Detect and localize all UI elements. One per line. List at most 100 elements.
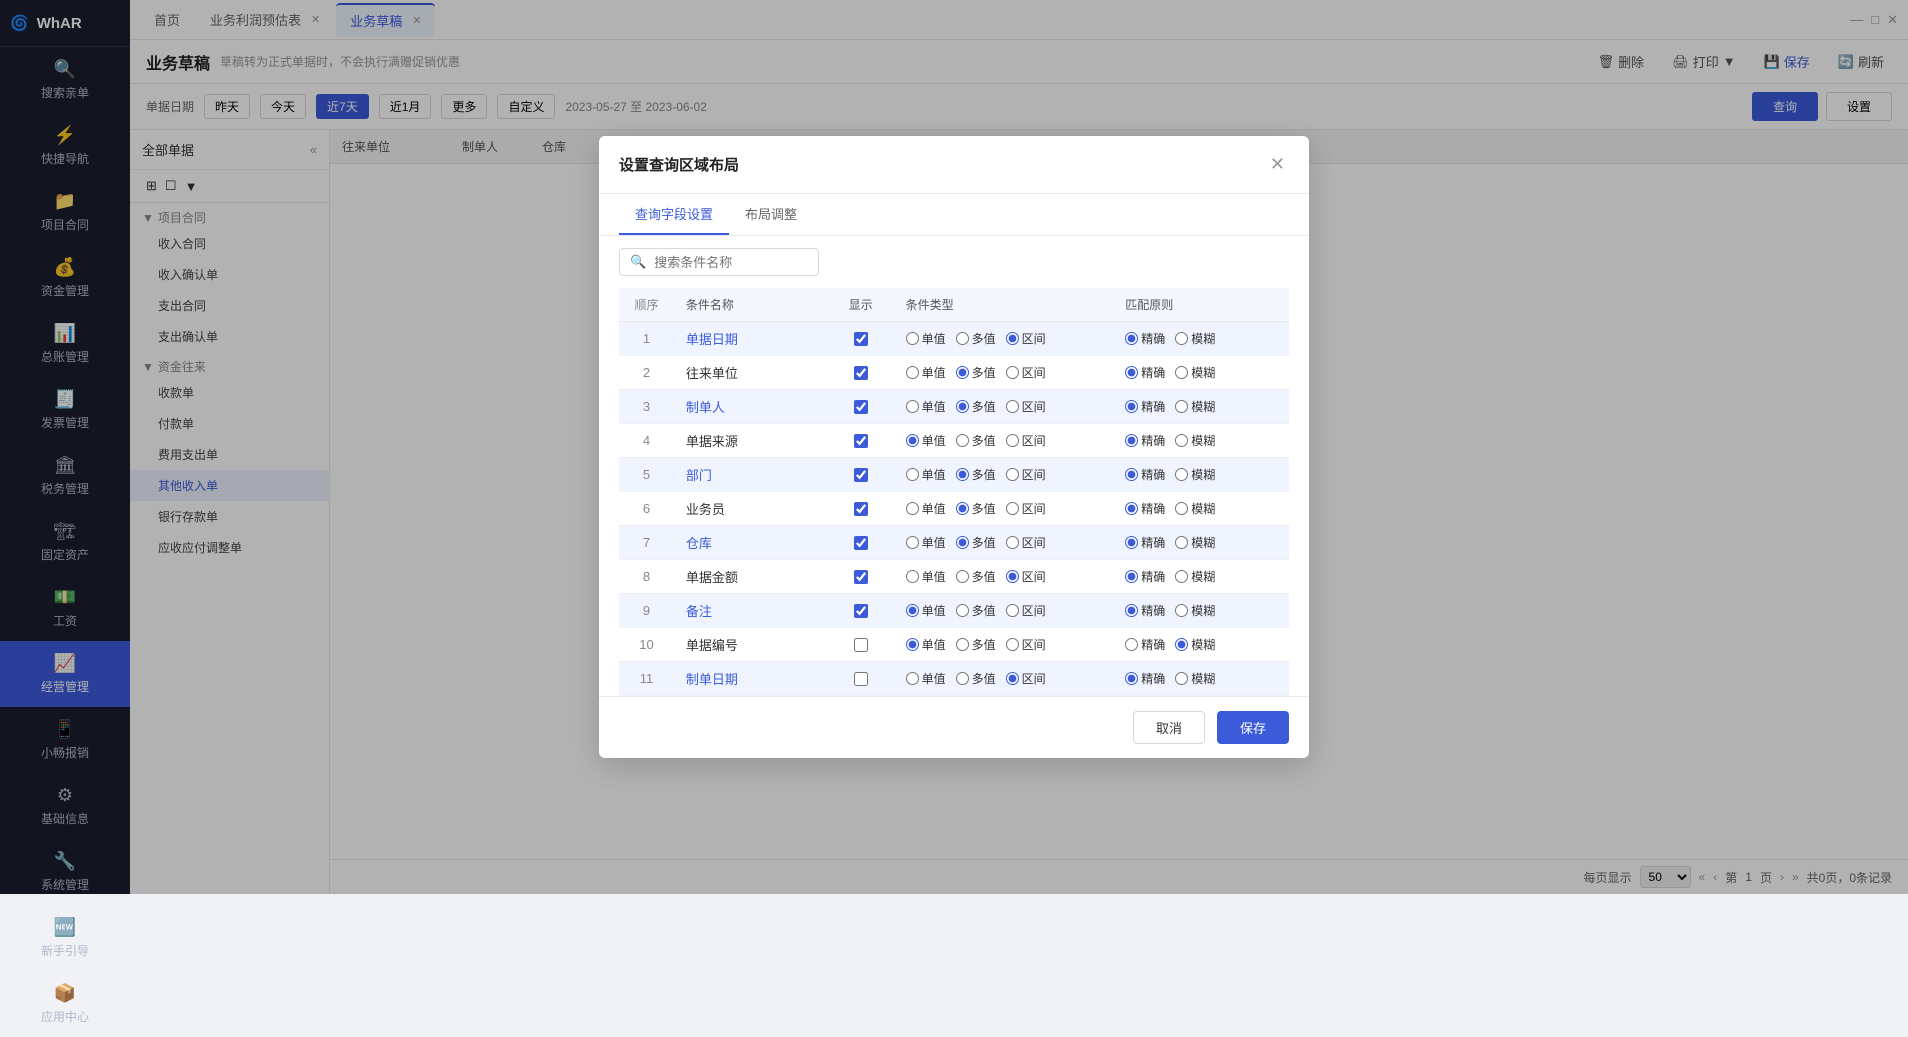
show-checkbox[interactable] — [854, 570, 868, 584]
match-option-模糊[interactable]: 模糊 — [1175, 466, 1215, 483]
show-checkbox[interactable] — [854, 638, 868, 652]
show-checkbox[interactable] — [854, 434, 868, 448]
match-option-精确[interactable]: 精确 — [1125, 330, 1165, 347]
modal-tab-layout[interactable]: 布局调整 — [729, 194, 813, 235]
row-name: 制单人 — [674, 390, 828, 424]
modal-tab-fields[interactable]: 查询字段设置 — [619, 194, 729, 235]
new-guide-icon: 🆕 — [54, 917, 76, 938]
row-show[interactable] — [828, 662, 894, 696]
row-type: 单值多值区间 — [894, 594, 1114, 628]
row-show[interactable] — [828, 526, 894, 560]
type-option-区间[interactable]: 区间 — [1006, 534, 1046, 551]
row-show[interactable] — [828, 594, 894, 628]
match-option-精确[interactable]: 精确 — [1125, 534, 1165, 551]
row-type: 单值多值区间 — [894, 458, 1114, 492]
match-option-模糊[interactable]: 模糊 — [1175, 398, 1215, 415]
match-option-精确[interactable]: 精确 — [1125, 670, 1165, 687]
row-type: 单值多值区间 — [894, 390, 1114, 424]
type-option-区间[interactable]: 区间 — [1006, 398, 1046, 415]
type-option-单值[interactable]: 单值 — [906, 364, 946, 381]
search-input[interactable] — [654, 255, 804, 270]
match-option-模糊[interactable]: 模糊 — [1175, 568, 1215, 585]
modal-close-btn[interactable]: ✕ — [1266, 150, 1289, 179]
row-show[interactable] — [828, 560, 894, 594]
row-show[interactable] — [828, 458, 894, 492]
show-checkbox[interactable] — [854, 332, 868, 346]
row-show[interactable] — [828, 424, 894, 458]
type-option-区间[interactable]: 区间 — [1006, 602, 1046, 619]
row-show[interactable] — [828, 322, 894, 356]
type-option-区间[interactable]: 区间 — [1006, 500, 1046, 517]
show-checkbox[interactable] — [854, 502, 868, 516]
type-option-多值[interactable]: 多值 — [956, 466, 996, 483]
show-checkbox[interactable] — [854, 672, 868, 686]
type-option-区间[interactable]: 区间 — [1006, 364, 1046, 381]
sidebar-item-app-center[interactable]: 📦 应用中心 — [0, 971, 130, 1037]
type-option-单值[interactable]: 单值 — [906, 432, 946, 449]
row-seq: 2 — [619, 356, 674, 390]
match-option-模糊[interactable]: 模糊 — [1175, 500, 1215, 517]
match-option-精确[interactable]: 精确 — [1125, 568, 1165, 585]
type-option-单值[interactable]: 单值 — [906, 398, 946, 415]
match-option-精确[interactable]: 精确 — [1125, 364, 1165, 381]
cancel-button[interactable]: 取消 — [1133, 711, 1205, 744]
type-option-单值[interactable]: 单值 — [906, 500, 946, 517]
match-option-精确[interactable]: 精确 — [1125, 432, 1165, 449]
type-option-单值[interactable]: 单值 — [906, 330, 946, 347]
match-option-模糊[interactable]: 模糊 — [1175, 364, 1215, 381]
type-option-区间[interactable]: 区间 — [1006, 670, 1046, 687]
show-checkbox[interactable] — [854, 468, 868, 482]
show-checkbox[interactable] — [854, 536, 868, 550]
type-option-区间[interactable]: 区间 — [1006, 466, 1046, 483]
sidebar-item-new-guide[interactable]: 🆕 新手引导 — [0, 905, 130, 971]
type-option-区间[interactable]: 区间 — [1006, 432, 1046, 449]
row-match: 精确模糊 — [1113, 628, 1289, 662]
match-option-模糊[interactable]: 模糊 — [1175, 534, 1215, 551]
type-option-多值[interactable]: 多值 — [956, 534, 996, 551]
row-show[interactable] — [828, 390, 894, 424]
row-match: 精确模糊 — [1113, 492, 1289, 526]
match-option-模糊[interactable]: 模糊 — [1175, 602, 1215, 619]
col-seq: 顺序 — [619, 288, 674, 322]
type-option-单值[interactable]: 单值 — [906, 568, 946, 585]
type-option-多值[interactable]: 多值 — [956, 364, 996, 381]
save-button[interactable]: 保存 — [1217, 711, 1289, 744]
show-checkbox[interactable] — [854, 400, 868, 414]
type-option-单值[interactable]: 单值 — [906, 602, 946, 619]
type-option-单值[interactable]: 单值 — [906, 534, 946, 551]
match-option-精确[interactable]: 精确 — [1125, 602, 1165, 619]
type-option-区间[interactable]: 区间 — [1006, 330, 1046, 347]
type-option-多值[interactable]: 多值 — [956, 636, 996, 653]
col-match: 匹配原则 — [1113, 288, 1289, 322]
row-type: 单值多值区间 — [894, 424, 1114, 458]
row-name: 单据金额 — [674, 560, 828, 594]
type-option-多值[interactable]: 多值 — [956, 500, 996, 517]
type-option-多值[interactable]: 多值 — [956, 432, 996, 449]
match-option-模糊[interactable]: 模糊 — [1175, 330, 1215, 347]
row-seq: 1 — [619, 322, 674, 356]
row-show[interactable] — [828, 628, 894, 662]
type-option-单值[interactable]: 单值 — [906, 466, 946, 483]
type-option-多值[interactable]: 多值 — [956, 568, 996, 585]
type-option-多值[interactable]: 多值 — [956, 602, 996, 619]
type-option-单值[interactable]: 单值 — [906, 670, 946, 687]
type-option-多值[interactable]: 多值 — [956, 670, 996, 687]
match-option-精确[interactable]: 精确 — [1125, 636, 1165, 653]
match-option-精确[interactable]: 精确 — [1125, 398, 1165, 415]
type-option-多值[interactable]: 多值 — [956, 330, 996, 347]
row-type: 单值多值区间 — [894, 560, 1114, 594]
show-checkbox[interactable] — [854, 604, 868, 618]
match-option-模糊[interactable]: 模糊 — [1175, 670, 1215, 687]
type-option-多值[interactable]: 多值 — [956, 398, 996, 415]
match-option-精确[interactable]: 精确 — [1125, 466, 1165, 483]
match-option-模糊[interactable]: 模糊 — [1175, 636, 1215, 653]
row-show[interactable] — [828, 356, 894, 390]
type-option-区间[interactable]: 区间 — [1006, 568, 1046, 585]
match-option-模糊[interactable]: 模糊 — [1175, 432, 1215, 449]
show-checkbox[interactable] — [854, 366, 868, 380]
type-option-单值[interactable]: 单值 — [906, 636, 946, 653]
row-seq: 6 — [619, 492, 674, 526]
row-show[interactable] — [828, 492, 894, 526]
match-option-精确[interactable]: 精确 — [1125, 500, 1165, 517]
type-option-区间[interactable]: 区间 — [1006, 636, 1046, 653]
